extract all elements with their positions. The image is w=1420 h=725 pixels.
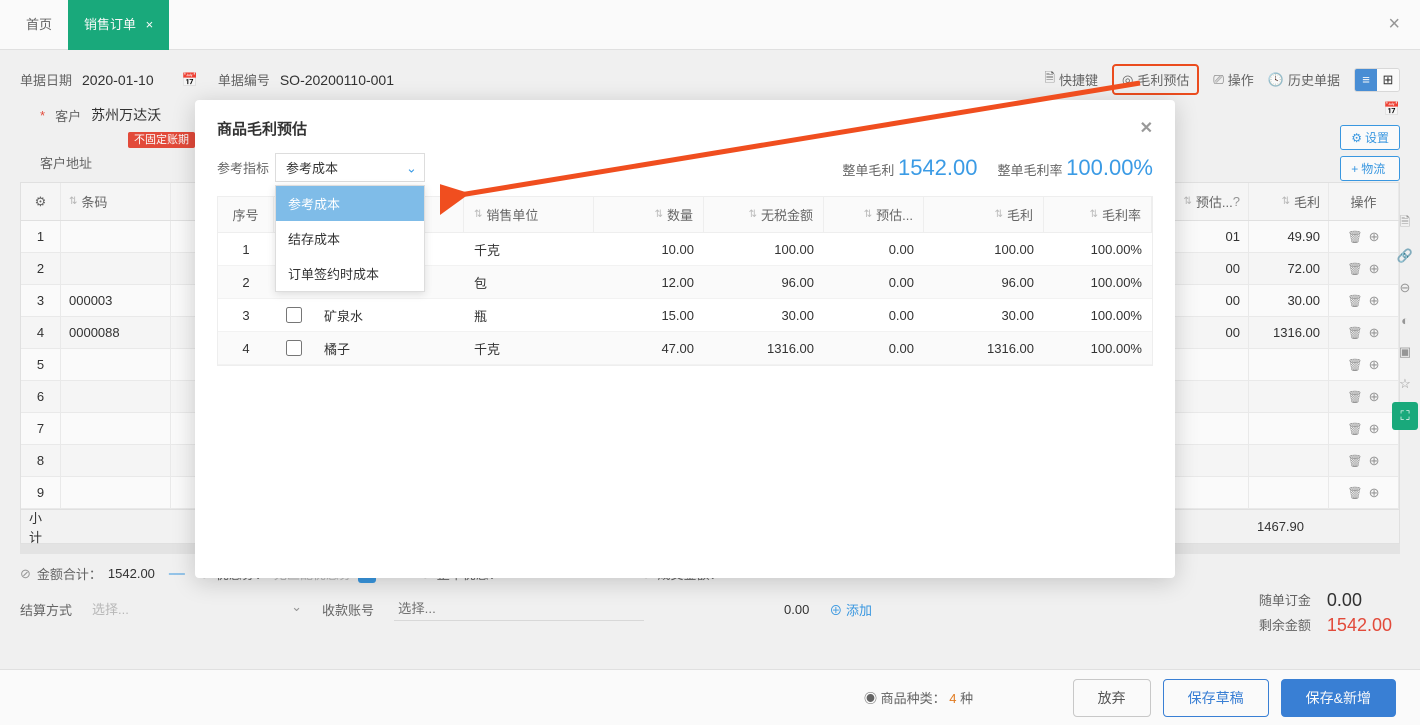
- mcol-unit[interactable]: 销售单位: [464, 197, 594, 232]
- modal-close-icon[interactable]: ✕: [1140, 118, 1153, 139]
- mcol-est[interactable]: 预估...: [824, 197, 924, 232]
- modal-summary: 整单毛利 1542.00 整单毛利率 100.00%: [842, 155, 1153, 181]
- total-profit: 1542.00: [898, 155, 978, 180]
- modal-row[interactable]: 3矿泉水瓶15.0030.000.0030.00100.00%: [218, 299, 1152, 332]
- total-rate: 100.00%: [1066, 155, 1153, 180]
- metric-select-input[interactable]: [275, 153, 425, 182]
- mcol-notax[interactable]: 无税金额: [704, 197, 824, 232]
- profit-modal: 商品毛利预估 ✕ 参考指标 ⌃ 参考成本 结存成本 订单签约时成本 整单毛利 1…: [195, 100, 1175, 578]
- row-checkbox[interactable]: [286, 340, 302, 356]
- mcol-profit[interactable]: 毛利: [924, 197, 1044, 232]
- mcol-idx[interactable]: 序号: [218, 197, 274, 232]
- mcol-rate[interactable]: 毛利率: [1044, 197, 1152, 232]
- metric-select[interactable]: ⌃ 参考成本 结存成本 订单签约时成本: [275, 153, 425, 182]
- metric-label: 参考指标: [217, 158, 269, 177]
- chevron-up-icon: ⌃: [406, 159, 417, 175]
- modal-row[interactable]: 4橘子千克47.001316.000.001316.00100.00%: [218, 332, 1152, 365]
- metric-option[interactable]: 结存成本: [276, 221, 424, 256]
- modal-title: 商品毛利预估: [217, 118, 307, 139]
- metric-dropdown: 参考成本 结存成本 订单签约时成本: [275, 185, 425, 292]
- metric-option[interactable]: 参考成本: [276, 186, 424, 221]
- mcol-qty[interactable]: 数量: [594, 197, 704, 232]
- metric-option[interactable]: 订单签约时成本: [276, 256, 424, 291]
- row-checkbox[interactable]: [286, 307, 302, 323]
